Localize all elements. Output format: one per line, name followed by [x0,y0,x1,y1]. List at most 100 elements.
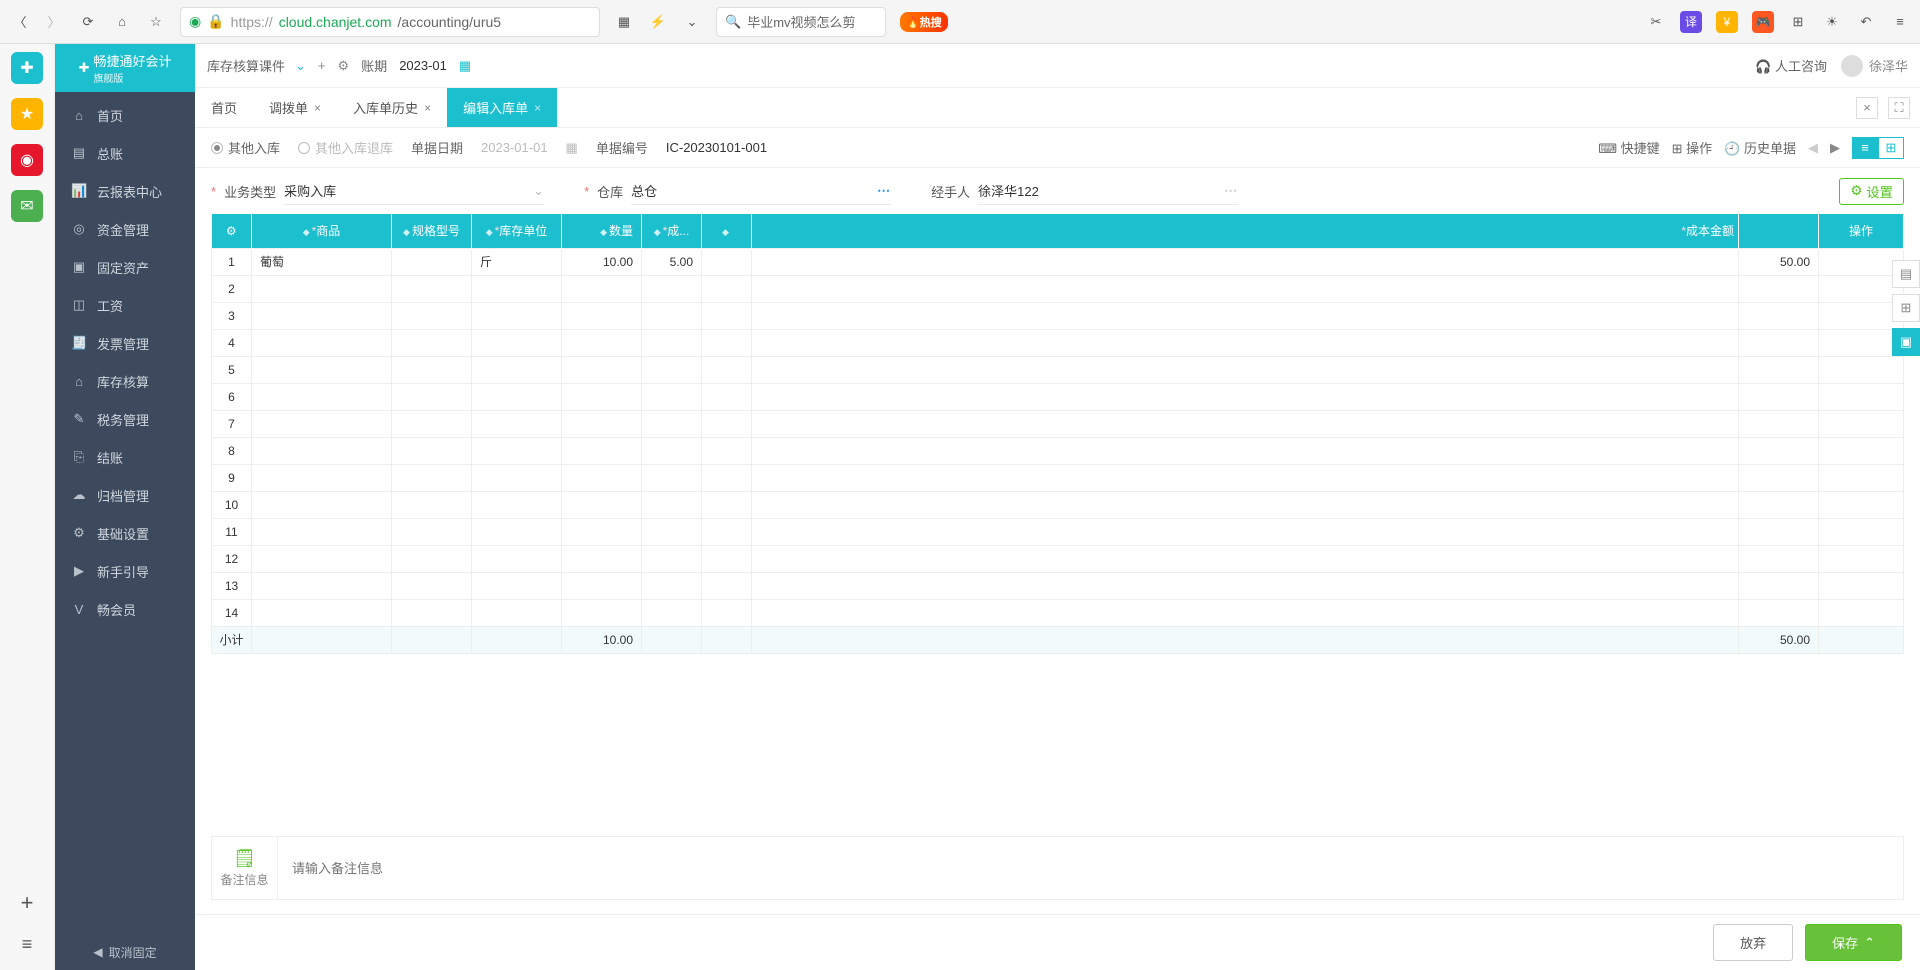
app-logo[interactable]: ✚ 畅捷通好会计 旗舰版 [55,44,195,92]
rail-calc-icon[interactable]: ⊞ [1892,294,1920,322]
close-icon[interactable]: × [534,101,541,115]
operate-link[interactable]: ⊞ 操作 [1672,138,1713,157]
col-unit[interactable]: ◆*库存单位 [472,214,562,248]
sidebar-item-assets[interactable]: ▣固定资产 [55,248,195,286]
discard-button[interactable]: 放弃 [1713,924,1793,961]
translate-icon[interactable]: 译 [1680,11,1702,33]
close-icon[interactable]: × [424,101,431,115]
rail-doc-icon[interactable]: ▣ [1892,328,1920,356]
calendar-icon[interactable]: ▦ [566,140,578,156]
url-bar[interactable]: ◉ 🔒 https://cloud.chanjet.com/accounting… [180,7,600,37]
table-row[interactable]: 2 [212,275,1904,302]
col-gear[interactable]: ⚙ [212,214,252,248]
menu-icon[interactable]: ≡ [1890,12,1910,32]
dock-mail-icon[interactable]: ✉ [11,190,43,222]
view-list-icon[interactable]: ≡ [1852,137,1878,159]
brightness-icon[interactable]: ☀ [1822,12,1842,32]
apps-icon[interactable]: ⊞ [1788,12,1808,32]
sidebar-item-home[interactable]: ⌂首页 [55,96,195,134]
table-row[interactable]: 5 [212,356,1904,383]
dock-weibo-icon[interactable]: ◉ [11,144,43,176]
sidebar-item-guide[interactable]: ▶新手引导 [55,552,195,590]
col-qty[interactable]: ◆数量 [562,214,642,248]
home-icon[interactable]: ⌂ [112,12,132,32]
prev-icon[interactable]: ◀ [1808,140,1818,156]
sidebar-item-reports[interactable]: 📊云报表中心 [55,172,195,210]
gear-icon[interactable]: ⚙ [338,58,350,74]
hot-badge[interactable]: 🔥热搜 [900,12,948,32]
sidebar-item-inventory[interactable]: ⌂库存核算 [55,362,195,400]
sidebar-item-ledger[interactable]: ▤总账 [55,134,195,172]
fullscreen-icon[interactable]: ⛶ [1888,97,1910,119]
table-row[interactable]: 6 [212,383,1904,410]
sidebar-pin-toggle[interactable]: ◀取消固定 [55,934,195,970]
view-grid-icon[interactable]: ⊞ [1878,137,1904,159]
sidebar-item-invoice[interactable]: 🧾发票管理 [55,324,195,362]
table-row[interactable]: 12 [212,545,1904,572]
add-icon[interactable]: + [318,58,326,73]
warehouse-select[interactable]: 总仓⋯ [631,177,891,205]
back-icon[interactable]: 〈 [10,12,30,32]
close-all-icon[interactable]: × [1856,97,1878,119]
col-blank[interactable]: ◆ [702,214,752,248]
remark-input[interactable] [278,837,1903,899]
user-menu[interactable]: 徐泽华 [1841,55,1908,77]
radio-other-in[interactable]: 其他入库 [211,138,280,157]
table-row[interactable]: 4 [212,329,1904,356]
radio-other-in-return[interactable]: 其他入库退库 [298,138,393,157]
period-value[interactable]: 2023-01 [399,58,447,73]
table-row[interactable]: 13 [212,572,1904,599]
save-button[interactable]: 保存⌃ [1805,924,1902,961]
browser-search[interactable]: 🔍 毕业mv视频怎么剪 [716,7,886,37]
star-icon[interactable]: ☆ [146,12,166,32]
game-icon[interactable]: 🎮 [1752,11,1774,33]
dock-star-icon[interactable]: ★ [11,98,43,130]
support-link[interactable]: 🎧 人工咨询 [1755,56,1827,75]
close-icon[interactable]: × [314,101,321,115]
col-cost[interactable]: ◆*成... [642,214,702,248]
calendar-icon[interactable]: ▦ [459,58,471,74]
context-switcher[interactable]: 库存核算课件 ⌄ [207,56,306,75]
sidebar-item-close[interactable]: ⎘结账 [55,438,195,476]
handler-select[interactable]: 徐泽华122⋯ [978,177,1238,205]
col-product[interactable]: ◆*商品 [252,214,392,248]
dock-app-icon[interactable]: ✚ [11,52,43,84]
sidebar-item-archive[interactable]: ☁归档管理 [55,476,195,514]
sidebar-item-funds[interactable]: ◎资金管理 [55,210,195,248]
sidebar-item-tax[interactable]: ✎税务管理 [55,400,195,438]
sidebar-item-settings[interactable]: ⚙基础设置 [55,514,195,552]
chevron-down-icon[interactable]: ⌄ [682,12,702,32]
bolt-icon[interactable]: ⚡ [648,12,668,32]
table-row[interactable]: 8 [212,437,1904,464]
tab-transfer[interactable]: 调拨单× [253,88,337,127]
table-row[interactable]: 14 [212,599,1904,626]
table-row[interactable]: 3 [212,302,1904,329]
date-value[interactable]: 2023-01-01 [481,140,548,155]
sidebar-item-wages[interactable]: ◫工资 [55,286,195,324]
tab-inbound-history[interactable]: 入库单历史× [337,88,447,127]
table-row[interactable]: 7 [212,410,1904,437]
table-row[interactable]: 9 [212,464,1904,491]
rail-note-icon[interactable]: ▤ [1892,260,1920,288]
more-icon[interactable]: ⋯ [1224,183,1238,199]
scissors-icon[interactable]: ✂ [1646,12,1666,32]
forward-icon[interactable]: 〉 [44,12,64,32]
next-icon[interactable]: ▶ [1830,140,1840,156]
table-row[interactable]: 11 [212,518,1904,545]
coin-icon[interactable]: ¥ [1716,11,1738,33]
table-row[interactable]: 1葡萄斤10.005.0050.00 [212,248,1904,275]
history-link[interactable]: 🕘 历史单据 [1724,138,1796,157]
col-spec[interactable]: ◆规格型号 [392,214,472,248]
qr-icon[interactable]: ▦ [614,12,634,32]
sidebar-item-member[interactable]: V畅会员 [55,590,195,628]
biz-type-select[interactable]: 采购入库⌄ [284,177,544,205]
settings-button[interactable]: ⚙设置 [1839,178,1904,205]
dock-list-icon[interactable]: ≡ [22,934,33,955]
dock-add-icon[interactable]: + [21,890,34,916]
tab-home[interactable]: 首页 [195,88,253,127]
table-row[interactable]: 10 [212,491,1904,518]
reload-icon[interactable]: ⟳ [78,12,98,32]
shortcut-link[interactable]: ⌨ 快捷键 [1598,138,1659,157]
tab-edit-inbound[interactable]: 编辑入库单× [447,88,557,127]
undo-icon[interactable]: ↶ [1856,12,1876,32]
